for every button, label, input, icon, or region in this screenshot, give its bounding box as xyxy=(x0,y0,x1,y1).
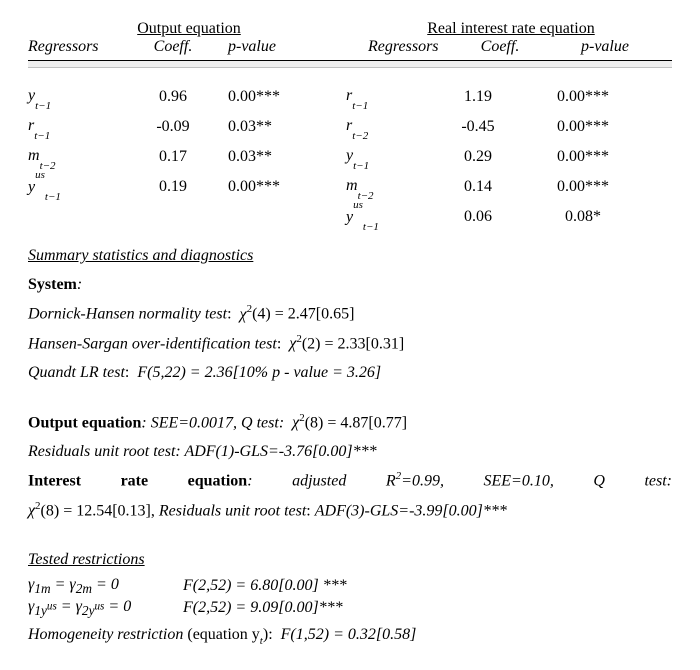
dornick-line: Dornick-Hansen normality test: 2(4) = 2.… xyxy=(28,300,672,328)
output-resid-pre: Residuals unit root test xyxy=(28,443,175,460)
output-eq-title: Output equation xyxy=(28,20,350,38)
coef-left: -0.09 xyxy=(128,118,218,136)
pval-right: 0.00*** xyxy=(528,88,638,106)
pval-left: 0.03** xyxy=(218,148,328,166)
rate-stats-line2: 2(8) = 12.54[0.13], Residuals unit root … xyxy=(28,497,672,525)
regressor-left: mt−2 xyxy=(28,147,56,167)
hansen-val: (2) = 2.33[0.31] xyxy=(302,335,404,352)
regressor-left: rt−1 xyxy=(28,117,50,137)
coef-left: 0.19 xyxy=(128,178,218,196)
chi-icon xyxy=(28,502,35,519)
header-row: Output equation Regressors Coeff. p-valu… xyxy=(28,20,672,56)
rate-stats-line1: Interest rate equation: adjusted R2=0.99… xyxy=(28,467,672,495)
pval-left: 0.00*** xyxy=(218,178,328,196)
quandt-val: F(5,22) = 2.36[10% p - value = 3.26] xyxy=(137,364,381,381)
output-stats-line: Output equation: SEE=0.0017, Q test: 2(8… xyxy=(28,409,672,437)
regressor-left: yt−1 xyxy=(28,87,51,107)
pval-right: 0.08* xyxy=(528,208,638,226)
coef-left: 0.96 xyxy=(128,88,218,106)
output-resid-line: Residuals unit root test: ADF(1)-GLS=-3.… xyxy=(28,438,672,465)
dornick-label: Dornick-Hansen normality test xyxy=(28,306,227,323)
table-row: mt−2 0.170.03** yt−1 0.290.00*** xyxy=(28,142,672,172)
rate-stats-mid1b: =0.99, SEE=0.10, Q test: xyxy=(401,473,672,490)
restriction-1: γ1m = γ2m = 0 F(2,52) = 6.80[0.00] *** xyxy=(28,576,672,597)
homog-pre: Homogeneity restriction xyxy=(28,626,183,643)
summary-title: Summary statistics and diagnostics xyxy=(28,242,672,269)
restriction-2-rhs: F(2,52) = 9.09[0.00]*** xyxy=(183,599,343,617)
rate-resid-val: ADF(3)-GLS=-3.99[0.00]*** xyxy=(315,502,507,519)
chi-icon xyxy=(240,306,247,323)
pval-left: 0.03** xyxy=(218,118,328,136)
coef-right: -0.45 xyxy=(428,118,528,136)
output-stats-mid: SEE=0.0017, Q test: xyxy=(151,414,284,431)
hdr-pvalue-l: p-value xyxy=(218,38,328,56)
pval-left: 0.00*** xyxy=(218,88,328,106)
restriction-1-lhs: γ1m = γ2m = 0 xyxy=(28,576,183,597)
system-label: System xyxy=(28,276,77,293)
table-row: yt−10.960.00***rt−11.190.00*** xyxy=(28,82,672,112)
coef-right: 1.19 xyxy=(428,88,528,106)
hdr-regressors-r: Regressors xyxy=(350,38,450,56)
rate-stats-title: Interest rate equation xyxy=(28,473,247,490)
restriction-2: γ1yus = γ2yus = 0 F(2,52) = 9.09[0.00]**… xyxy=(28,598,672,619)
coef-right: 0.14 xyxy=(428,178,528,196)
regressor-right: mt−2 xyxy=(346,177,374,197)
coef-left: 0.17 xyxy=(128,148,218,166)
hansen-label: Hansen-Sargan over-identification test xyxy=(28,335,277,352)
rate-eq-title: Real interest rate equation xyxy=(350,20,672,38)
hansen-line: Hansen-Sargan over-identification test: … xyxy=(28,330,672,358)
output-resid-val: ADF(1)-GLS=-3.76[0.00]*** xyxy=(184,443,376,460)
hdr-coeff-r: Coeff. xyxy=(450,38,550,56)
dornick-val: (4) = 2.47[0.65] xyxy=(252,306,354,323)
restrictions-title: Tested restrictions xyxy=(28,546,672,573)
homog-eq: (equation y xyxy=(187,626,259,643)
hdr-pvalue-r: p-value xyxy=(550,38,660,56)
regressor-right: yust−1 xyxy=(346,206,379,229)
table-row: yust−1 0.060.08* xyxy=(28,202,672,232)
regressor-right: yt−1 xyxy=(346,147,369,167)
restriction-1-rhs: F(2,52) = 6.80[0.00] *** xyxy=(183,577,347,595)
homog-eq2: ): xyxy=(263,626,273,643)
output-stats-chi: (8) = 4.87[0.77] xyxy=(305,414,407,431)
homogeneity-line: Homogeneity restriction (equation yt): F… xyxy=(28,621,672,648)
regressor-left: yust−1 xyxy=(28,176,61,199)
pval-right: 0.00*** xyxy=(528,178,638,196)
system-line: System: xyxy=(28,271,672,298)
hdr-regressors-l: Regressors xyxy=(28,38,128,56)
pval-right: 0.00*** xyxy=(528,148,638,166)
restriction-2-lhs: γ1yus = γ2yus = 0 xyxy=(28,598,183,619)
rate-stats-mid1: adjusted R xyxy=(292,473,396,490)
quandt-line: Quandt LR test: F(5,22) = 2.36[10% p - v… xyxy=(28,359,672,386)
quandt-label: Quandt LR test xyxy=(28,364,125,381)
pval-right: 0.00*** xyxy=(528,118,638,136)
output-stats-title: Output equation xyxy=(28,414,141,431)
homog-val: F(1,52) = 0.32[0.58] xyxy=(281,626,417,643)
hdr-coeff-l: Coeff. xyxy=(128,38,218,56)
coef-right: 0.06 xyxy=(428,208,528,226)
rate-resid-pre: Residuals unit root test xyxy=(159,502,306,519)
coef-right: 0.29 xyxy=(428,148,528,166)
table-row: rt−1 -0.090.03** rt−2 -0.450.00*** xyxy=(28,112,672,142)
rate-stats-chi: (8) = 12.54[0.13] xyxy=(41,502,151,519)
regressor-right: rt−2 xyxy=(346,117,368,137)
regressor-right: rt−1 xyxy=(346,87,368,107)
header-separator xyxy=(28,60,672,68)
table-row: yust−10.190.00***mt−20.140.00*** xyxy=(28,172,672,202)
data-table: yt−10.960.00***rt−11.190.00***rt−1-0.090… xyxy=(28,82,672,232)
